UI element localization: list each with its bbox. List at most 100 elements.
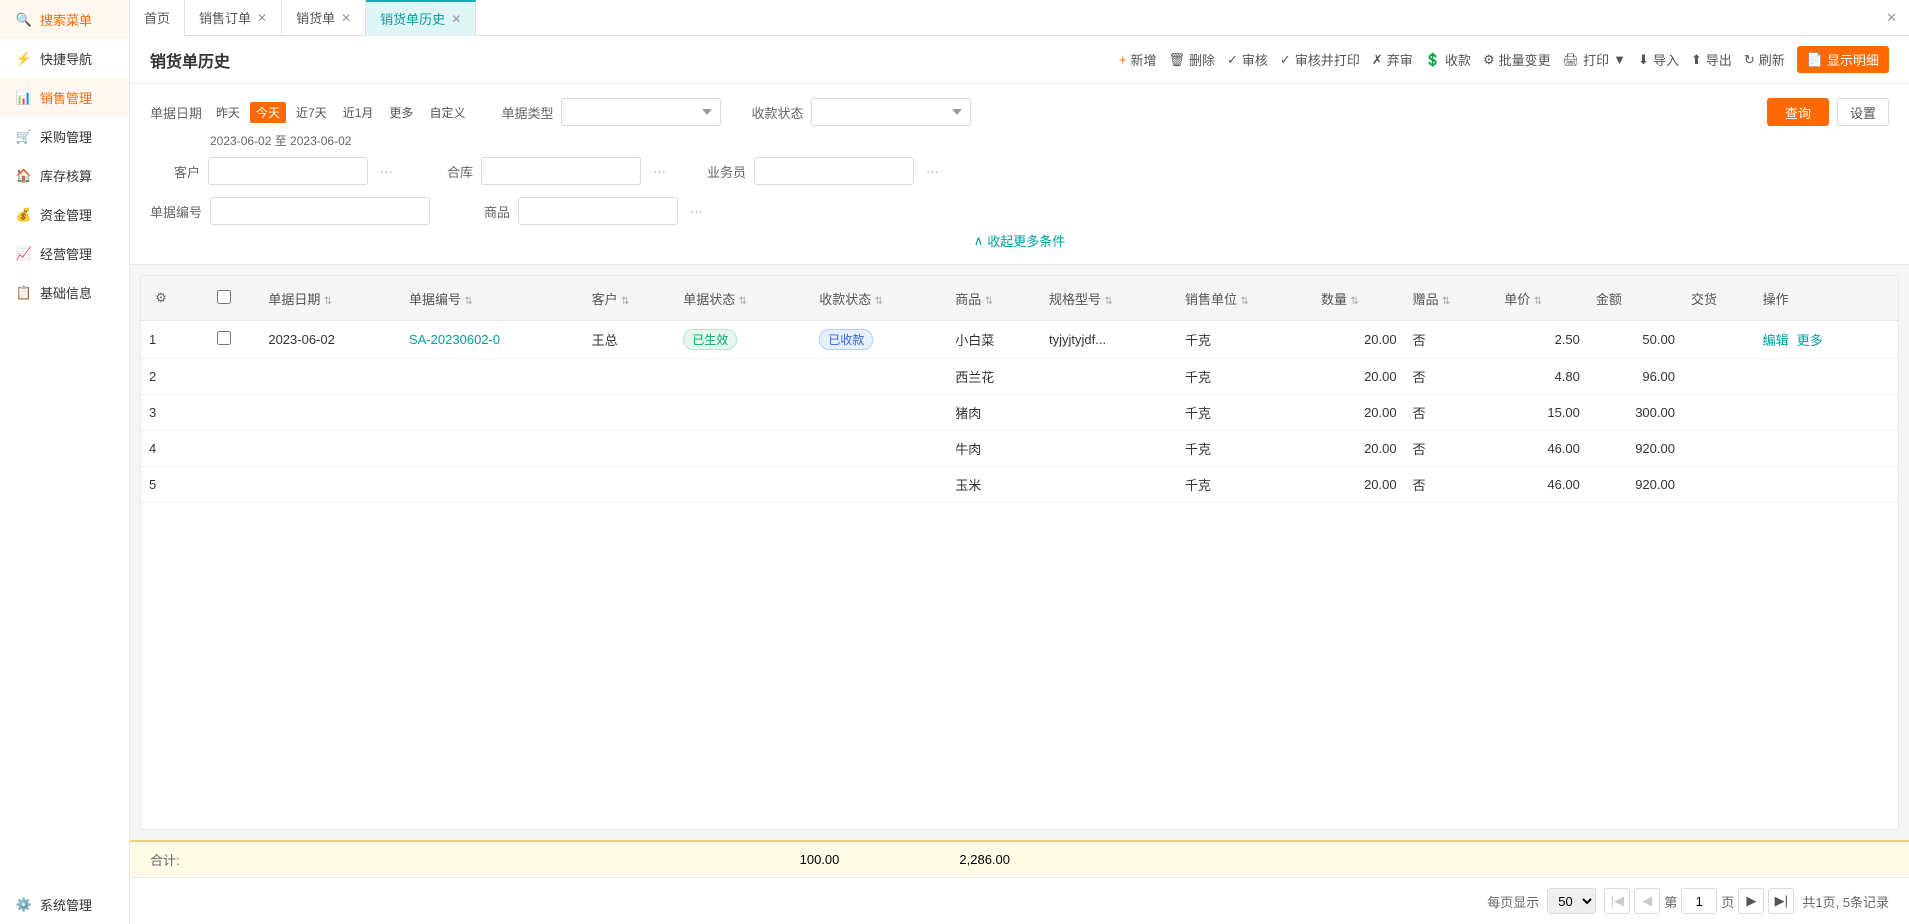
payment-status-select[interactable] (811, 98, 971, 126)
cell-price: 46.00 (1496, 467, 1588, 503)
refresh-button[interactable]: ↻ 刷新 (1744, 50, 1785, 69)
cell-paystatus (811, 431, 947, 467)
filter-warehouse: 合库 ··· (423, 157, 666, 185)
search-menu[interactable]: 🔍 搜索菜单 (0, 0, 129, 39)
sidebar-item-sales-mgmt[interactable]: 📊 销售管理 (0, 78, 129, 117)
close-tab-sales-goods-icon[interactable]: ✕ (341, 11, 351, 25)
discard-button[interactable]: ✗ 弃审 (1372, 50, 1413, 69)
prev-page-btn[interactable]: ◀ (1634, 888, 1660, 914)
cell-docstatus: 已生效 (675, 321, 811, 359)
content-area: 销货单历史 + 新增 🗑 删除 ✓ 审核 ✓ 审核并打印 (130, 36, 1909, 924)
base-info-icon: 📋 (16, 285, 32, 301)
customer-dots[interactable]: ··· (380, 164, 393, 179)
col-date-header[interactable]: 单据日期 ⇅ (260, 276, 401, 321)
sidebar-item-quick-nav[interactable]: ⚡ 快捷导航 (0, 39, 129, 78)
cell-price: 4.80 (1496, 359, 1588, 395)
doc-number-input[interactable] (210, 197, 430, 225)
first-page-btn[interactable]: |◀ (1604, 888, 1630, 914)
col-spec-header[interactable]: 规格型号 ⇅ (1041, 276, 1177, 321)
row-checkbox[interactable] (217, 331, 231, 345)
customer-input[interactable] (208, 157, 368, 185)
cell-customer (584, 431, 676, 467)
sidebar-item-base-info[interactable]: 📋 基础信息 (0, 273, 129, 312)
date-btn-yesterday[interactable]: 昨天 (210, 102, 246, 123)
import-button[interactable]: ⬇ 导入 (1638, 50, 1679, 69)
cell-actions (1755, 395, 1898, 431)
goods-dots[interactable]: ··· (690, 204, 703, 219)
cell-price: 46.00 (1496, 431, 1588, 467)
sort-customer-icon: ⇅ (621, 296, 629, 307)
sidebar-item-label: 快捷导航 (40, 49, 92, 68)
cell-unit: 千克 (1177, 467, 1313, 503)
warehouse-input[interactable] (481, 157, 641, 185)
sidebar-item-operation[interactable]: 📈 经营管理 (0, 234, 129, 273)
cell-goods: 小白菜 (947, 321, 1041, 359)
per-page-select[interactable]: 50 (1547, 888, 1596, 914)
inventory-icon: 🏠 (16, 168, 32, 184)
table-row: 4 牛肉 千克 20.00 否 46.00 920.00 (141, 431, 1898, 467)
sidebar-item-purchase-mgmt[interactable]: 🛒 采购管理 (0, 117, 129, 156)
select-all-checkbox[interactable] (217, 290, 231, 304)
window-close-icon[interactable]: ✕ (1886, 10, 1897, 26)
table-settings-icon[interactable]: ⚙ (149, 286, 173, 310)
finance-icon: 💰 (16, 207, 32, 223)
col-price-header[interactable]: 单价 ⇅ (1496, 276, 1588, 321)
col-docstatus-header[interactable]: 单据状态 ⇅ (675, 276, 811, 321)
cell-actions (1755, 359, 1898, 395)
cell-docno (401, 395, 584, 431)
sidebar-item-inventory[interactable]: 🏠 库存核算 (0, 156, 129, 195)
print-button[interactable]: 🖨 打印 ▼ (1563, 50, 1626, 69)
action-btn[interactable]: 编辑 (1763, 333, 1789, 348)
date-btn-more[interactable]: 更多 (383, 102, 419, 123)
cell-amount: 50.00 (1588, 321, 1683, 359)
date-btn-1month[interactable]: 近1月 (337, 102, 380, 123)
date-btn-7days[interactable]: 近7天 (290, 102, 333, 123)
tab-sales-history[interactable]: 销货单历史 ✕ (366, 0, 476, 36)
add-button[interactable]: + 新增 (1119, 50, 1157, 69)
collect-button[interactable]: 💲 收款 (1425, 50, 1471, 69)
action-btn[interactable]: 更多 (1797, 333, 1823, 348)
page-input[interactable] (1681, 888, 1717, 914)
date-btn-custom[interactable]: 自定义 (423, 102, 471, 123)
sidebar-item-sys-mgmt[interactable]: ⚙️ 系统管理 (0, 885, 129, 924)
date-label: 单据日期 (150, 103, 202, 122)
setting-button[interactable]: 设置 (1837, 98, 1889, 126)
batch-change-button[interactable]: ⚙ 批量变更 (1483, 50, 1551, 69)
warehouse-dots[interactable]: ··· (653, 164, 666, 179)
tab-home[interactable]: 首页 (130, 0, 185, 36)
cell-docstatus (675, 467, 811, 503)
show-detail-button[interactable]: 📄 显示明细 (1797, 46, 1889, 73)
sidebar-item-finance[interactable]: 💰 资金管理 (0, 195, 129, 234)
col-docno-header[interactable]: 单据编号 ⇅ (401, 276, 584, 321)
tab-sales-goods[interactable]: 销货单 ✕ (282, 0, 366, 36)
query-button[interactable]: 查询 (1767, 98, 1829, 126)
col-checkbox (209, 276, 260, 321)
doc-type-select[interactable] (561, 98, 721, 126)
col-goods-header[interactable]: 商品 ⇅ (947, 276, 1041, 321)
close-tab-sales-history-icon[interactable]: ✕ (451, 12, 461, 26)
staff-input[interactable] (754, 157, 914, 185)
col-gift-header[interactable]: 赠品 ⇅ (1405, 276, 1497, 321)
audit-button[interactable]: ✓ 审核 (1227, 50, 1268, 69)
cell-gift: 否 (1405, 467, 1497, 503)
cell-amount: 920.00 (1588, 431, 1683, 467)
audit-print-button[interactable]: ✓ 审核并打印 (1280, 50, 1360, 69)
doc-no-link[interactable]: SA-20230602-0 (409, 332, 500, 347)
col-paystatus-header[interactable]: 收款状态 ⇅ (811, 276, 947, 321)
tab-sales-order[interactable]: 销售订单 ✕ (185, 0, 282, 36)
col-qty-header[interactable]: 数量 ⇅ (1313, 276, 1405, 321)
col-unit-header[interactable]: 销售单位 ⇅ (1177, 276, 1313, 321)
collapse-button[interactable]: ∧ 收起更多条件 (974, 231, 1066, 250)
delete-button[interactable]: 🗑 删除 (1168, 50, 1215, 69)
date-btn-today[interactable]: 今天 (250, 102, 286, 123)
close-tab-sales-order-icon[interactable]: ✕ (257, 11, 267, 25)
col-customer-header[interactable]: 客户 ⇅ (584, 276, 676, 321)
next-page-btn[interactable]: ▶ (1738, 888, 1764, 914)
export-button[interactable]: ⬆ 导出 (1691, 50, 1732, 69)
goods-input[interactable] (518, 197, 678, 225)
table-row: 1 2023-06-02 SA-20230602-0 王总 已生效 已收款 小白… (141, 321, 1898, 359)
staff-dots[interactable]: ··· (926, 164, 939, 179)
last-page-btn[interactable]: ▶| (1768, 888, 1794, 914)
cell-goods: 猪肉 (947, 395, 1041, 431)
col-goods-label: 商品 (955, 292, 981, 307)
